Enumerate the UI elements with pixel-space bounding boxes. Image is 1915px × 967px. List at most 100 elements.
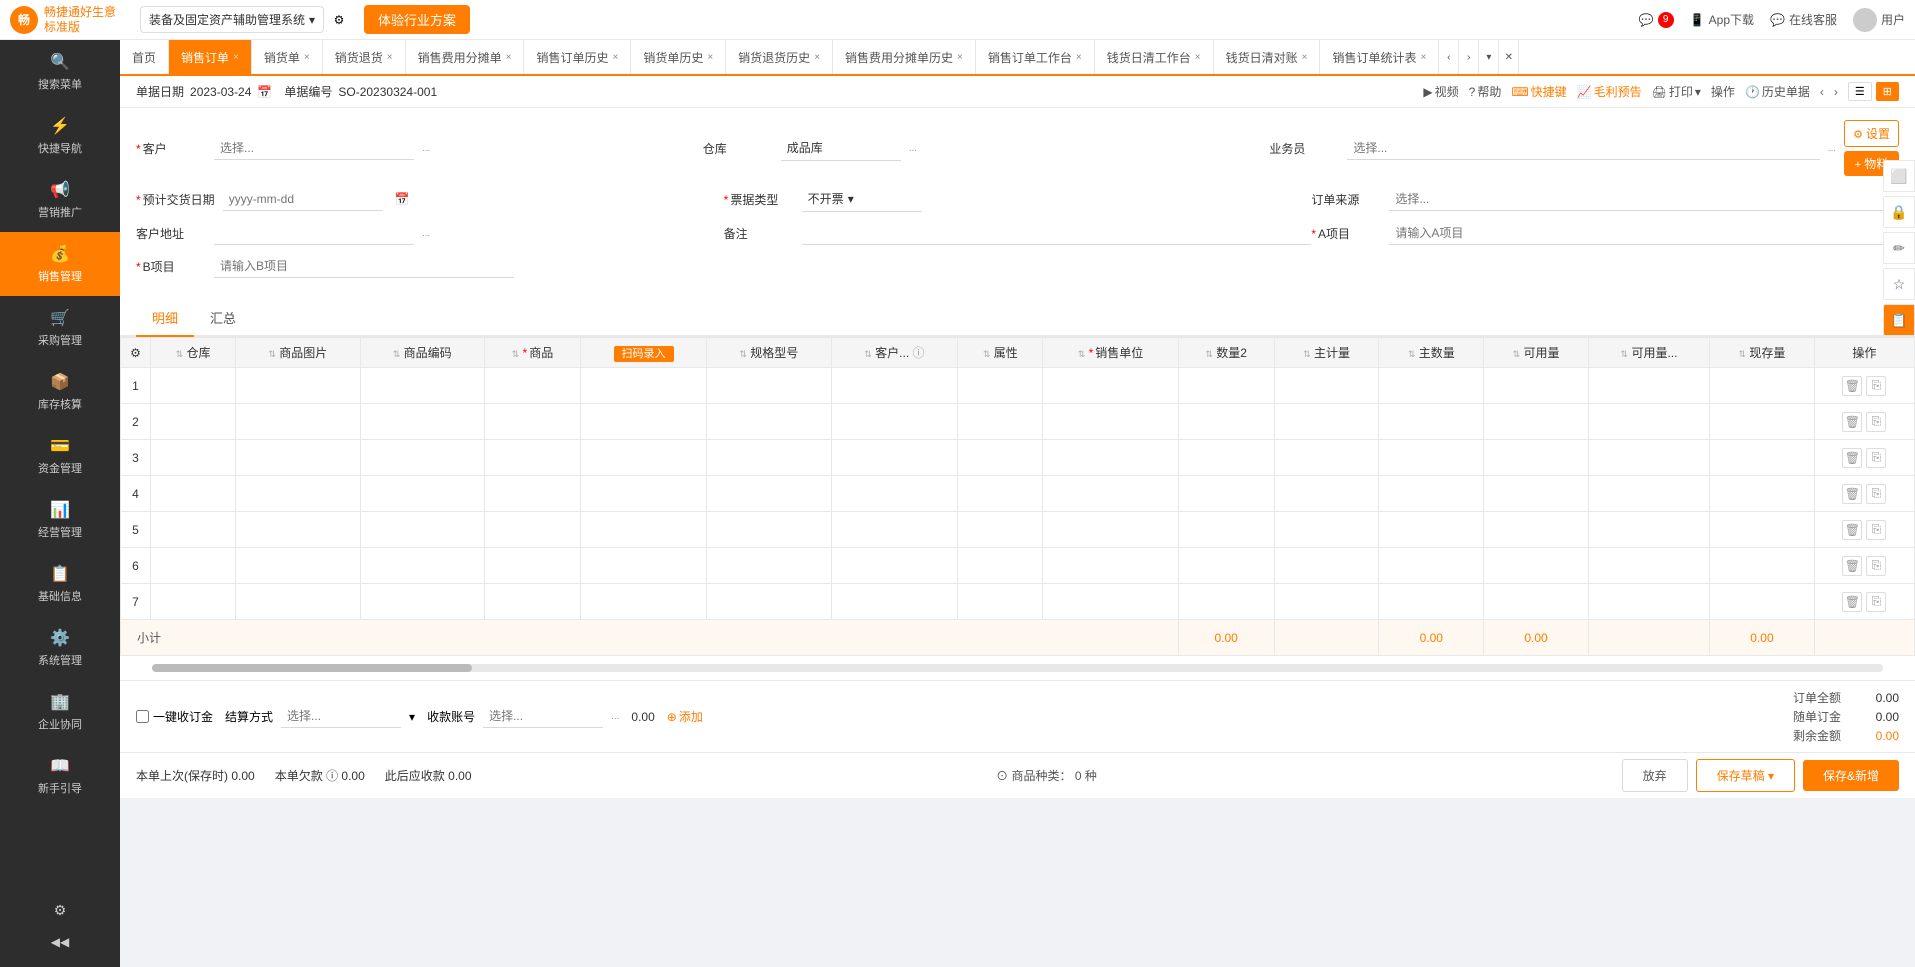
invoice-type-select[interactable]: 不开票 ▾ bbox=[802, 186, 922, 212]
row2-spec[interactable] bbox=[707, 404, 831, 440]
row3-product-code[interactable] bbox=[360, 440, 484, 476]
float-btn-1[interactable]: ⬜ bbox=[1883, 160, 1915, 192]
float-btn-5[interactable]: 📋 bbox=[1883, 304, 1915, 336]
row1-attribute[interactable] bbox=[958, 368, 1043, 404]
tab-sales-return-history[interactable]: 销货退货历史 × bbox=[726, 40, 833, 74]
row2-warehouse[interactable] bbox=[151, 404, 236, 440]
row2-product-image[interactable] bbox=[236, 404, 360, 440]
video-link[interactable]: ▶ 视频 bbox=[1423, 83, 1458, 100]
sidebar-item-enterprise[interactable]: 🏢 企业协同 bbox=[0, 680, 120, 744]
tab-close-sales-order-history[interactable]: × bbox=[612, 52, 618, 63]
tab-next-btn[interactable]: › bbox=[1459, 40, 1479, 74]
online-service-btn[interactable]: 💬 在线客服 bbox=[1770, 11, 1837, 28]
calendar-icon[interactable]: 📅 bbox=[257, 85, 272, 99]
history-link[interactable]: 🕐 历史单据 bbox=[1745, 83, 1810, 100]
float-btn-4[interactable]: ☆ bbox=[1883, 268, 1915, 300]
sidebar-item-quick-nav[interactable]: ⚡ 快捷导航 bbox=[0, 104, 120, 168]
row3-product[interactable] bbox=[484, 440, 580, 476]
app-download-btn[interactable]: 📱 App下载 bbox=[1690, 11, 1754, 28]
tab-close-sales-invoice-history[interactable]: × bbox=[707, 52, 713, 63]
save-draft-btn[interactable]: 保存草稿 ▾ bbox=[1696, 759, 1795, 792]
row5-copy-btn[interactable]: ⎘ bbox=[1866, 520, 1886, 540]
operation-link[interactable]: 操作 bbox=[1711, 83, 1735, 100]
row3-available-more[interactable] bbox=[1588, 440, 1709, 476]
messages-btn[interactable]: 💬 9 bbox=[1639, 12, 1674, 28]
help-link[interactable]: ? 帮助 bbox=[1469, 83, 1502, 100]
row3-unit[interactable] bbox=[1043, 440, 1178, 476]
detail-tab-huizong[interactable]: 汇总 bbox=[194, 300, 252, 337]
row3-customer-code[interactable] bbox=[831, 440, 958, 476]
system-selector[interactable]: 装备及固定资产辅助管理系统 ▾ bbox=[140, 6, 324, 33]
row2-product-code[interactable] bbox=[360, 404, 484, 440]
grid-view-btn[interactable]: ⊞ bbox=[1876, 82, 1899, 101]
row2-unit[interactable] bbox=[1043, 404, 1178, 440]
sidebar-item-basics[interactable]: 📋 基础信息 bbox=[0, 552, 120, 616]
float-btn-3[interactable]: ✏ bbox=[1883, 232, 1915, 264]
sidebar-collapse-btn[interactable]: ◀◀ bbox=[0, 927, 120, 957]
profit-link[interactable]: 📈 毛利预告 bbox=[1577, 83, 1642, 100]
salesman-more-btn[interactable]: ... bbox=[1828, 143, 1836, 154]
row3-copy-btn[interactable]: ⎘ bbox=[1866, 448, 1886, 468]
row2-stock[interactable] bbox=[1710, 404, 1815, 440]
sidebar-item-sales[interactable]: 💰 销售管理 bbox=[0, 232, 120, 296]
tab-sales-invoice[interactable]: 销货单 × bbox=[252, 40, 323, 74]
row3-delete-btn[interactable]: 🗑 bbox=[1842, 448, 1862, 468]
row2-main-unit[interactable] bbox=[1274, 404, 1379, 440]
tab-sales-fee-history[interactable]: 销售费用分摊单历史 × bbox=[833, 40, 976, 74]
tab-sales-order-workbench[interactable]: 销售订单工作台 × bbox=[976, 40, 1095, 74]
row1-stock[interactable] bbox=[1710, 368, 1815, 404]
customer-input[interactable] bbox=[214, 137, 414, 160]
row1-delete-btn[interactable]: 🗑 bbox=[1842, 376, 1862, 396]
row3-available[interactable] bbox=[1484, 440, 1589, 476]
delivery-date-input[interactable] bbox=[223, 188, 383, 211]
tab-more-btn[interactable]: ▾ bbox=[1479, 40, 1499, 74]
tab-sales-stats[interactable]: 销售订单统计表 × bbox=[1320, 40, 1439, 74]
row4-delete-btn[interactable]: 🗑 bbox=[1842, 484, 1862, 504]
row3-warehouse[interactable] bbox=[151, 440, 236, 476]
salesman-input[interactable] bbox=[1347, 137, 1819, 160]
tab-cash-daily-workbench[interactable]: 钱货日清工作台 × bbox=[1095, 40, 1214, 74]
settings-btn[interactable]: ⚙ 设置 bbox=[1844, 120, 1899, 147]
row7-delete-btn[interactable]: 🗑 bbox=[1842, 592, 1862, 612]
tab-sales-order[interactable]: 销售订单 × bbox=[169, 40, 252, 74]
tab-close-cash-reconcile[interactable]: × bbox=[1302, 52, 1308, 63]
warehouse-more-btn[interactable]: ... bbox=[909, 143, 917, 154]
row3-main-quantity[interactable] bbox=[1379, 440, 1484, 476]
sidebar-item-inventory[interactable]: 📦 库存核算 bbox=[0, 360, 120, 424]
calendar2-icon[interactable]: 📅 bbox=[395, 192, 410, 206]
address-more-btn[interactable]: ... bbox=[422, 228, 430, 239]
row3-spec[interactable] bbox=[707, 440, 831, 476]
sidebar-item-guide[interactable]: 📖 新手引导 bbox=[0, 744, 120, 808]
tab-close-sales-return[interactable]: × bbox=[387, 52, 393, 63]
payment-method-input[interactable] bbox=[281, 705, 401, 728]
row1-available-more[interactable] bbox=[1588, 368, 1709, 404]
a-project-input[interactable] bbox=[1389, 222, 1899, 245]
sidebar-settings-btn[interactable]: ⚙ bbox=[0, 894, 120, 927]
row1-main-quantity[interactable] bbox=[1379, 368, 1484, 404]
row2-product[interactable] bbox=[484, 404, 580, 440]
tab-close-sales-stats[interactable]: × bbox=[1420, 52, 1426, 63]
row3-main-unit[interactable] bbox=[1274, 440, 1379, 476]
row2-copy-btn[interactable]: ⎘ bbox=[1866, 412, 1886, 432]
one-click-deposit-checkbox[interactable]: 一键收订金 bbox=[136, 708, 213, 725]
row1-available[interactable] bbox=[1484, 368, 1589, 404]
row6-delete-btn[interactable]: 🗑 bbox=[1842, 556, 1862, 576]
row2-attribute[interactable] bbox=[958, 404, 1043, 440]
row1-customer-code[interactable] bbox=[831, 368, 958, 404]
discard-btn[interactable]: 放弃 bbox=[1622, 759, 1688, 792]
tab-close-sales-fee-split[interactable]: × bbox=[506, 52, 512, 63]
customer-address-input[interactable] bbox=[214, 222, 414, 245]
table-scrollbar[interactable] bbox=[152, 664, 1883, 672]
tab-close-all-btn[interactable]: ✕ bbox=[1499, 40, 1519, 74]
row1-unit[interactable] bbox=[1043, 368, 1178, 404]
print-btn[interactable]: 🖨 打印 ▾ bbox=[1652, 83, 1701, 100]
shortcut-link[interactable]: ⌨ 快捷键 bbox=[1511, 83, 1566, 100]
tab-cash-reconcile[interactable]: 钱货日清对账 × bbox=[1214, 40, 1321, 74]
one-click-deposit-input[interactable] bbox=[136, 710, 149, 723]
row4-copy-btn[interactable]: ⎘ bbox=[1866, 484, 1886, 504]
row2-available[interactable] bbox=[1484, 404, 1589, 440]
row2-available-more[interactable] bbox=[1588, 404, 1709, 440]
th-settings[interactable]: ⚙ bbox=[121, 338, 151, 368]
row3-attribute[interactable] bbox=[958, 440, 1043, 476]
tab-close-cash-daily-workbench[interactable]: × bbox=[1195, 52, 1201, 63]
